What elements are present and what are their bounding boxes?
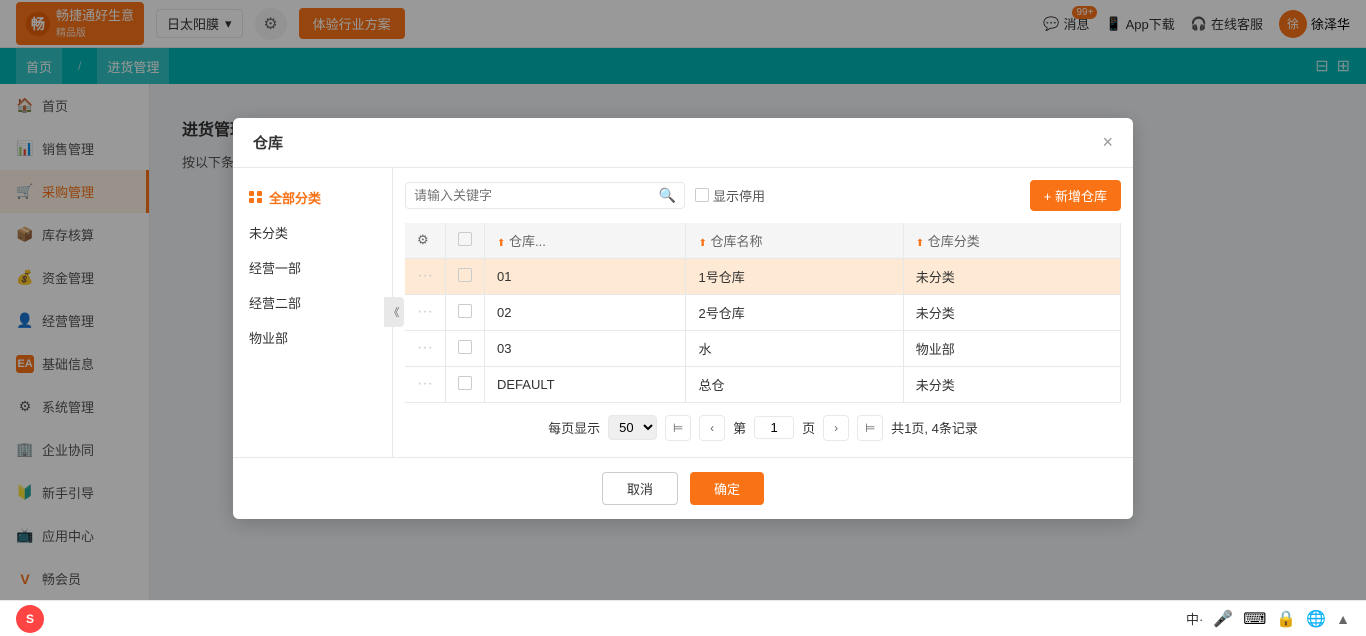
row-action-cell: ··· (405, 366, 445, 402)
row-category: 物业部 (903, 330, 1120, 366)
bottom-logo-icon: S (16, 605, 44, 633)
category-item-property[interactable]: 物业部 (233, 320, 392, 355)
row-action-cell: ··· (405, 330, 445, 366)
row-dots-icon[interactable]: ··· (417, 267, 433, 284)
category-collapse-button[interactable]: 《 (384, 297, 404, 327)
row-checkbox-cell (445, 258, 484, 294)
table-row: ··· 03 水 物业部 (405, 330, 1121, 366)
warehouse-table: ⚙ ⬆ 仓库... ⬆ 仓库名称 (405, 223, 1121, 403)
page-number-input[interactable] (754, 416, 794, 439)
category-all-label: 全部分类 (269, 188, 321, 207)
first-page-button[interactable]: ⊨ (665, 415, 691, 441)
next-page-button[interactable]: › (823, 415, 849, 441)
row-name: 1号仓库 (686, 258, 903, 294)
modal-overlay: 仓库 × 全部分类 未分类 经营一部 经营二部 物业部 (0, 0, 1366, 636)
table-row: ··· 02 2号仓库 未分类 (405, 294, 1121, 330)
lock-icon[interactable]: 🔒 (1276, 609, 1296, 629)
row-name: 2号仓库 (686, 294, 903, 330)
row-checkbox[interactable] (458, 376, 472, 390)
per-page-select[interactable]: 50 (608, 415, 657, 440)
th-gear: ⚙ (405, 223, 445, 259)
category-item-ops1[interactable]: 经营一部 (233, 250, 392, 285)
th-name: ⬆ 仓库名称 (686, 223, 903, 259)
sort-icon-name: ⬆ (698, 238, 706, 249)
row-code: 03 (484, 330, 686, 366)
per-page-label: 每页显示 (548, 418, 600, 437)
row-name: 总仓 (686, 366, 903, 402)
select-all-checkbox[interactable] (458, 232, 472, 246)
row-checkbox[interactable] (458, 268, 472, 282)
bottom-icons: 中· 🎤 ⌨ 🔒 🌐 ▲ (1186, 609, 1350, 629)
bottom-logo: S (16, 605, 44, 633)
row-checkbox[interactable] (458, 304, 472, 318)
row-action-cell: ··· (405, 258, 445, 294)
show-disabled-text: 显示停用 (713, 186, 765, 205)
show-disabled-checkbox[interactable] (695, 188, 709, 202)
bottom-bar: S 中· 🎤 ⌨ 🔒 🌐 ▲ (0, 600, 1366, 636)
row-checkbox-cell (445, 366, 484, 402)
pagination: 每页显示 50 ⊨ ‹ 第 页 › ⊨ 共1页, 4条记录 (405, 403, 1121, 445)
row-code: 01 (484, 258, 686, 294)
sort-icon-code: ⬆ (497, 238, 505, 249)
search-icon[interactable]: 🔍 (659, 187, 676, 204)
sort-icon-category: ⬆ (916, 238, 924, 249)
prev-page-button[interactable]: ‹ (699, 415, 725, 441)
search-input[interactable] (414, 188, 653, 203)
modal-title: 仓库 (253, 132, 283, 153)
row-category: 未分类 (903, 366, 1120, 402)
table-panel: 🔍 显示停用 + 新增仓库 ⚙ (393, 168, 1133, 457)
last-page-button[interactable]: ⊨ (857, 415, 883, 441)
row-category: 未分类 (903, 294, 1120, 330)
category-item-ops2[interactable]: 经营二部 (233, 285, 392, 320)
search-box: 🔍 (405, 182, 685, 209)
category-item-unclassified[interactable]: 未分类 (233, 215, 392, 250)
row-code: 02 (484, 294, 686, 330)
category-panel: 全部分类 未分类 经营一部 经营二部 物业部 《 (233, 168, 393, 457)
row-action-cell: ··· (405, 294, 445, 330)
row-dots-icon[interactable]: ··· (417, 375, 433, 392)
input-method-label: 中· (1186, 609, 1203, 628)
confirm-button[interactable]: 确定 (690, 472, 764, 505)
keyboard-icon[interactable]: ⌨ (1243, 609, 1266, 629)
modal-body: 全部分类 未分类 经营一部 经营二部 物业部 《 🔍 (233, 168, 1133, 457)
up-arrow-icon[interactable]: ▲ (1336, 611, 1350, 627)
show-disabled-label[interactable]: 显示停用 (695, 186, 765, 205)
modal-footer: 取消 确定 (233, 457, 1133, 519)
row-dots-icon[interactable]: ··· (417, 303, 433, 320)
row-checkbox[interactable] (458, 340, 472, 354)
th-category: ⬆ 仓库分类 (903, 223, 1120, 259)
th-code: ⬆ 仓库... (484, 223, 686, 259)
row-checkbox-cell (445, 330, 484, 366)
th-check (445, 223, 484, 259)
table-container: ⚙ ⬆ 仓库... ⬆ 仓库名称 (405, 223, 1121, 403)
total-info: 共1页, 4条记录 (891, 418, 978, 437)
modal-header: 仓库 × (233, 118, 1133, 168)
mic-icon[interactable]: 🎤 (1213, 609, 1233, 629)
warehouse-modal: 仓库 × 全部分类 未分类 经营一部 经营二部 物业部 (233, 118, 1133, 519)
modal-close-button[interactable]: × (1102, 132, 1113, 153)
page-suffix: 页 (802, 418, 815, 437)
row-code: DEFAULT (484, 366, 686, 402)
row-category: 未分类 (903, 258, 1120, 294)
cancel-button[interactable]: 取消 (602, 472, 678, 505)
row-checkbox-cell (445, 294, 484, 330)
table-row: ··· DEFAULT 总仓 未分类 (405, 366, 1121, 402)
category-all-button[interactable]: 全部分类 (233, 180, 392, 215)
row-dots-icon[interactable]: ··· (417, 339, 433, 356)
row-name: 水 (686, 330, 903, 366)
page-num-label: 第 (733, 418, 746, 437)
add-warehouse-button[interactable]: + 新增仓库 (1030, 180, 1121, 211)
grid-icon (249, 191, 263, 203)
network-icon[interactable]: 🌐 (1306, 609, 1326, 629)
table-header-row: ⚙ ⬆ 仓库... ⬆ 仓库名称 (405, 223, 1121, 259)
table-row: ··· 01 1号仓库 未分类 (405, 258, 1121, 294)
table-toolbar: 🔍 显示停用 + 新增仓库 (405, 180, 1121, 211)
